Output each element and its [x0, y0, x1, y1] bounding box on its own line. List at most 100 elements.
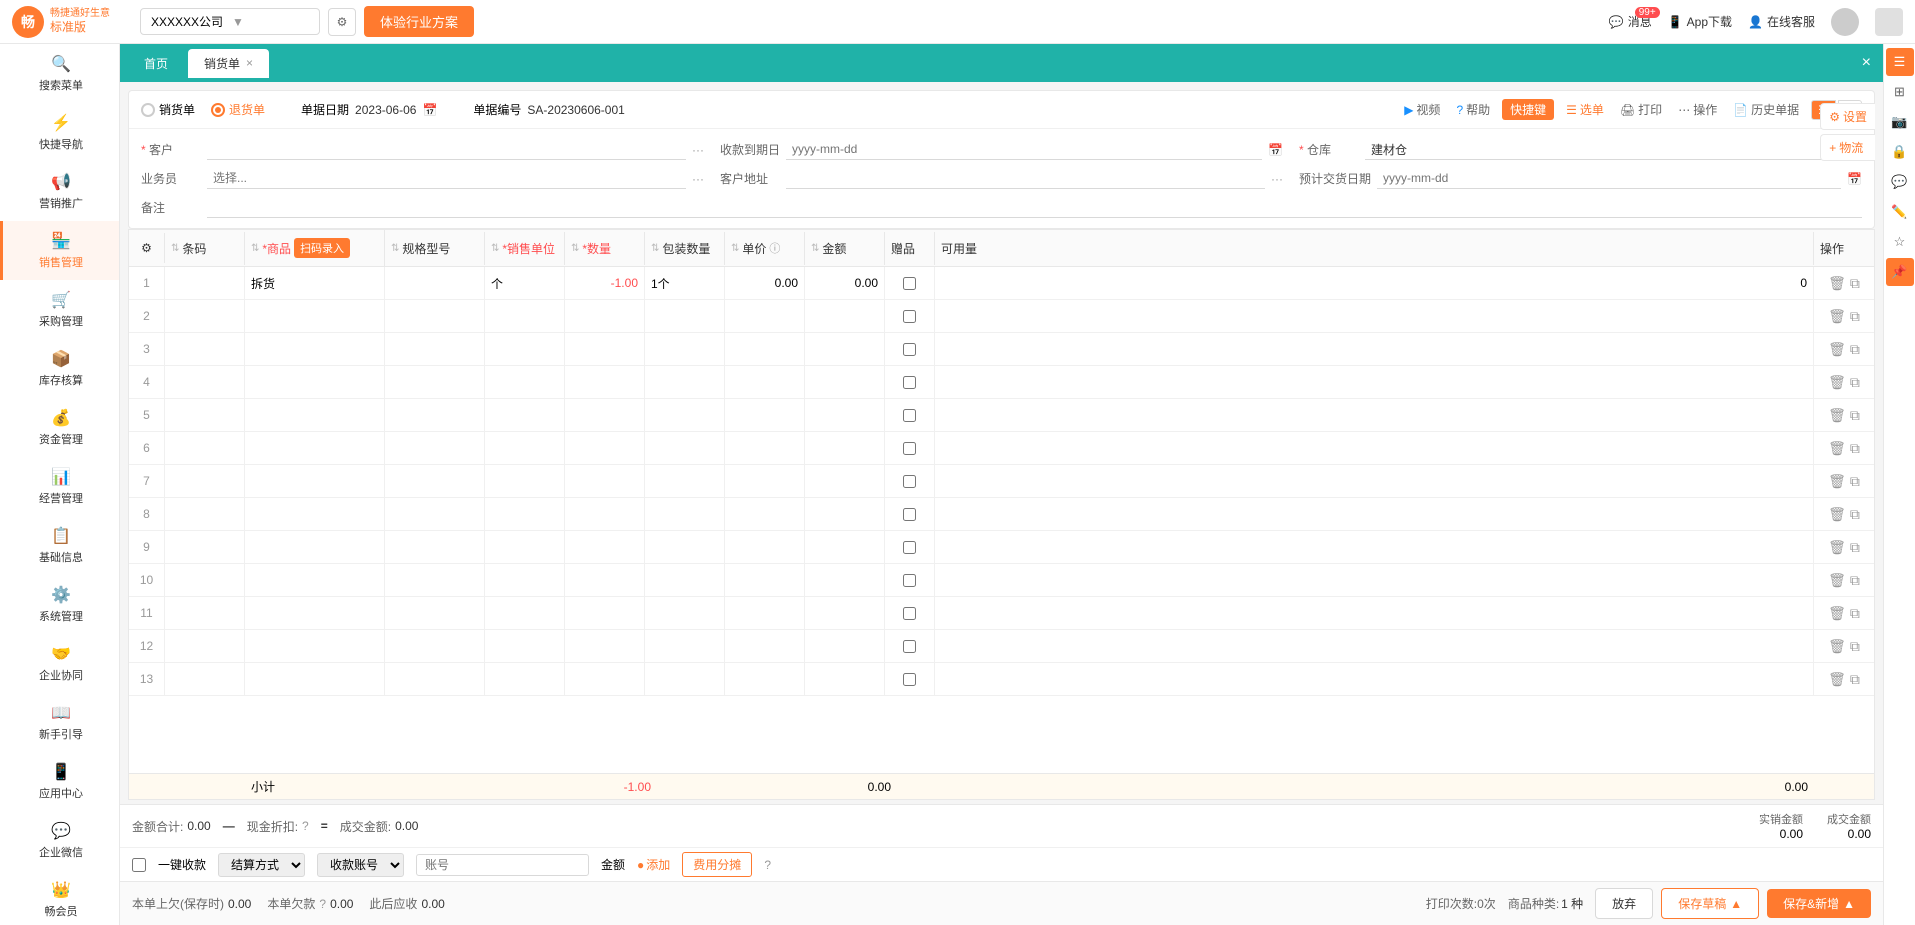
sidebar-item-operations[interactable]: 📊 经营管理 — [0, 457, 119, 516]
gift-checkbox-1[interactable] — [903, 277, 916, 290]
print-button[interactable]: 🖨 打印 — [1616, 99, 1666, 120]
delete-icon-8[interactable]: 🗑 — [1828, 506, 1846, 523]
copy-icon-4[interactable]: ⧉ — [1850, 374, 1860, 391]
sidebar-item-finance[interactable]: 💰 资金管理 — [0, 398, 119, 457]
rp-edit-button[interactable]: ✏️ — [1886, 198, 1914, 226]
save-new-button[interactable]: 保存&新增 ▲ — [1767, 889, 1871, 918]
est-delivery-input[interactable] — [1377, 168, 1841, 189]
discount-info-icon[interactable]: ? — [302, 819, 309, 833]
user-menu-button[interactable] — [1875, 8, 1903, 36]
unit-sort-icon[interactable]: ⇅ — [491, 243, 499, 254]
copy-icon-5[interactable]: ⧉ — [1850, 407, 1860, 424]
td-price-1[interactable]: 0.00 — [725, 267, 805, 299]
abandon-button[interactable]: 放弃 — [1595, 888, 1653, 919]
delete-icon-10[interactable]: 🗑 — [1828, 572, 1846, 589]
shortcut-button[interactable]: 快捷键 — [1502, 99, 1554, 120]
sidebar-item-member[interactable]: 👑 畅会员 — [0, 870, 119, 925]
app-download-button[interactable]: 📱 App下载 — [1668, 13, 1732, 30]
td-pkg-2[interactable] — [645, 300, 725, 332]
company-selector[interactable]: XXXXXX公司 ▼ — [140, 8, 320, 35]
td-spec-1[interactable] — [385, 267, 485, 299]
setup-button[interactable]: ⚙ 设置 — [1820, 103, 1875, 130]
sidebar-item-basic[interactable]: 📋 基础信息 — [0, 516, 119, 575]
video-button[interactable]: ▶ 视频 — [1400, 99, 1444, 120]
delete-icon-11[interactable]: 🗑 — [1828, 605, 1846, 622]
cost-split-button[interactable]: 费用分摊 — [682, 852, 752, 877]
select-button[interactable]: ☰ 选单 — [1562, 99, 1608, 120]
due-date-calendar-icon[interactable]: 📅 — [1268, 143, 1283, 157]
qty-sort-icon[interactable]: ⇅ — [571, 243, 579, 254]
sidebar-item-marketing[interactable]: 📢 营销推广 — [0, 162, 119, 221]
td-amount-2[interactable] — [805, 300, 885, 332]
td-qty-2[interactable] — [565, 300, 645, 332]
radio-sales-order[interactable]: 销货单 — [141, 101, 195, 118]
sidebar-item-search[interactable]: 🔍 搜索菜单 — [0, 44, 119, 103]
customer-addr-dots-button[interactable]: ··· — [1271, 172, 1283, 186]
delete-icon-6[interactable]: 🗑 — [1828, 440, 1846, 457]
spec-sort-icon[interactable]: ⇅ — [391, 243, 399, 254]
sidebar-item-cooperation[interactable]: 🤝 企业协同 — [0, 634, 119, 693]
operations-button[interactable]: ⋯ 操作 — [1674, 99, 1721, 120]
online-service-button[interactable]: 👤 在线客服 — [1748, 13, 1815, 30]
owe-info-icon[interactable]: ? — [319, 897, 326, 911]
copy-icon-9[interactable]: ⧉ — [1850, 539, 1860, 556]
delete-icon-5[interactable]: 🗑 — [1828, 407, 1846, 424]
copy-icon-10[interactable]: ⧉ — [1850, 572, 1860, 589]
user-avatar[interactable] — [1831, 8, 1859, 36]
customer-addr-input[interactable] — [786, 168, 1265, 189]
delete-icon-9[interactable]: 🗑 — [1828, 539, 1846, 556]
sidebar-item-wechat[interactable]: 💬 企业微信 — [0, 811, 119, 870]
delete-icon-12[interactable]: 🗑 — [1828, 638, 1846, 655]
td-barcode-1[interactable] — [165, 267, 245, 299]
td-product-1[interactable]: 拆货 — [245, 267, 385, 299]
est-delivery-calendar-icon[interactable]: 📅 — [1847, 172, 1862, 186]
salesperson-input[interactable] — [207, 168, 686, 189]
delete-icon-3[interactable]: 🗑 — [1828, 341, 1846, 358]
sidebar-item-purchase[interactable]: 🛒 采购管理 — [0, 280, 119, 339]
customer-dots-button[interactable]: ··· — [692, 143, 704, 157]
sidebar-item-system[interactable]: ⚙️ 系统管理 — [0, 575, 119, 634]
copy-icon-13[interactable]: ⧉ — [1850, 671, 1860, 688]
rp-star-button[interactable]: ☆ — [1886, 228, 1914, 256]
copy-icon-2[interactable]: ⧉ — [1850, 308, 1860, 325]
delete-icon-7[interactable]: 🗑 — [1828, 473, 1846, 490]
rp-pin-button[interactable]: 📌 — [1886, 258, 1914, 286]
rp-comment-button[interactable]: 💬 — [1886, 168, 1914, 196]
copy-icon-8[interactable]: ⧉ — [1850, 506, 1860, 523]
delete-icon-13[interactable]: 🗑 — [1828, 671, 1846, 688]
due-date-input[interactable] — [786, 139, 1262, 160]
help-button[interactable]: ? 帮助 — [1452, 99, 1494, 120]
logistics-button[interactable]: + 物流 — [1820, 134, 1875, 161]
sidebar-item-guide[interactable]: 📖 新手引导 — [0, 693, 119, 752]
copy-icon-12[interactable]: ⧉ — [1850, 638, 1860, 655]
settlement-method-select[interactable]: 结算方式 — [218, 853, 305, 877]
product-sort-icon[interactable]: ⇅ — [251, 243, 259, 254]
radio-return-order[interactable]: 退货单 — [211, 101, 265, 118]
notes-input[interactable] — [207, 197, 1862, 218]
price-sort-icon[interactable]: ⇅ — [731, 243, 739, 254]
delete-icon-2[interactable]: 🗑 — [1828, 308, 1846, 325]
copy-icon-7[interactable]: ⧉ — [1850, 473, 1860, 490]
td-qty-1[interactable]: -1.00 — [565, 267, 645, 299]
payment-help-icon[interactable]: ? — [764, 858, 771, 872]
window-close-button[interactable]: × — [1858, 50, 1875, 75]
rp-list-view-button[interactable]: ☰ — [1886, 48, 1914, 76]
rp-grid-view-button[interactable]: ⊞ — [1886, 78, 1914, 106]
copy-icon-3[interactable]: ⧉ — [1850, 341, 1860, 358]
td-gift-2[interactable] — [885, 300, 935, 332]
td-unit-1[interactable]: 个 — [485, 267, 565, 299]
delete-icon-4[interactable]: 🗑 — [1828, 374, 1846, 391]
account-number-input[interactable] — [416, 854, 589, 876]
td-amount-1[interactable]: 0.00 — [805, 267, 885, 299]
copy-icon-1[interactable]: ⧉ — [1850, 275, 1860, 292]
calendar-icon[interactable]: 📅 — [422, 103, 437, 117]
delete-icon-1[interactable]: 🗑 — [1828, 275, 1846, 292]
td-product-2[interactable] — [245, 300, 385, 332]
scan-button[interactable]: 扫码录入 — [294, 238, 350, 258]
td-unit-2[interactable] — [485, 300, 565, 332]
copy-icon-11[interactable]: ⧉ — [1850, 605, 1860, 622]
settings-gear-button[interactable]: ⚙ — [328, 8, 356, 36]
td-spec-2[interactable] — [385, 300, 485, 332]
td-price-2[interactable] — [725, 300, 805, 332]
gift-checkbox-2[interactable] — [903, 310, 916, 323]
